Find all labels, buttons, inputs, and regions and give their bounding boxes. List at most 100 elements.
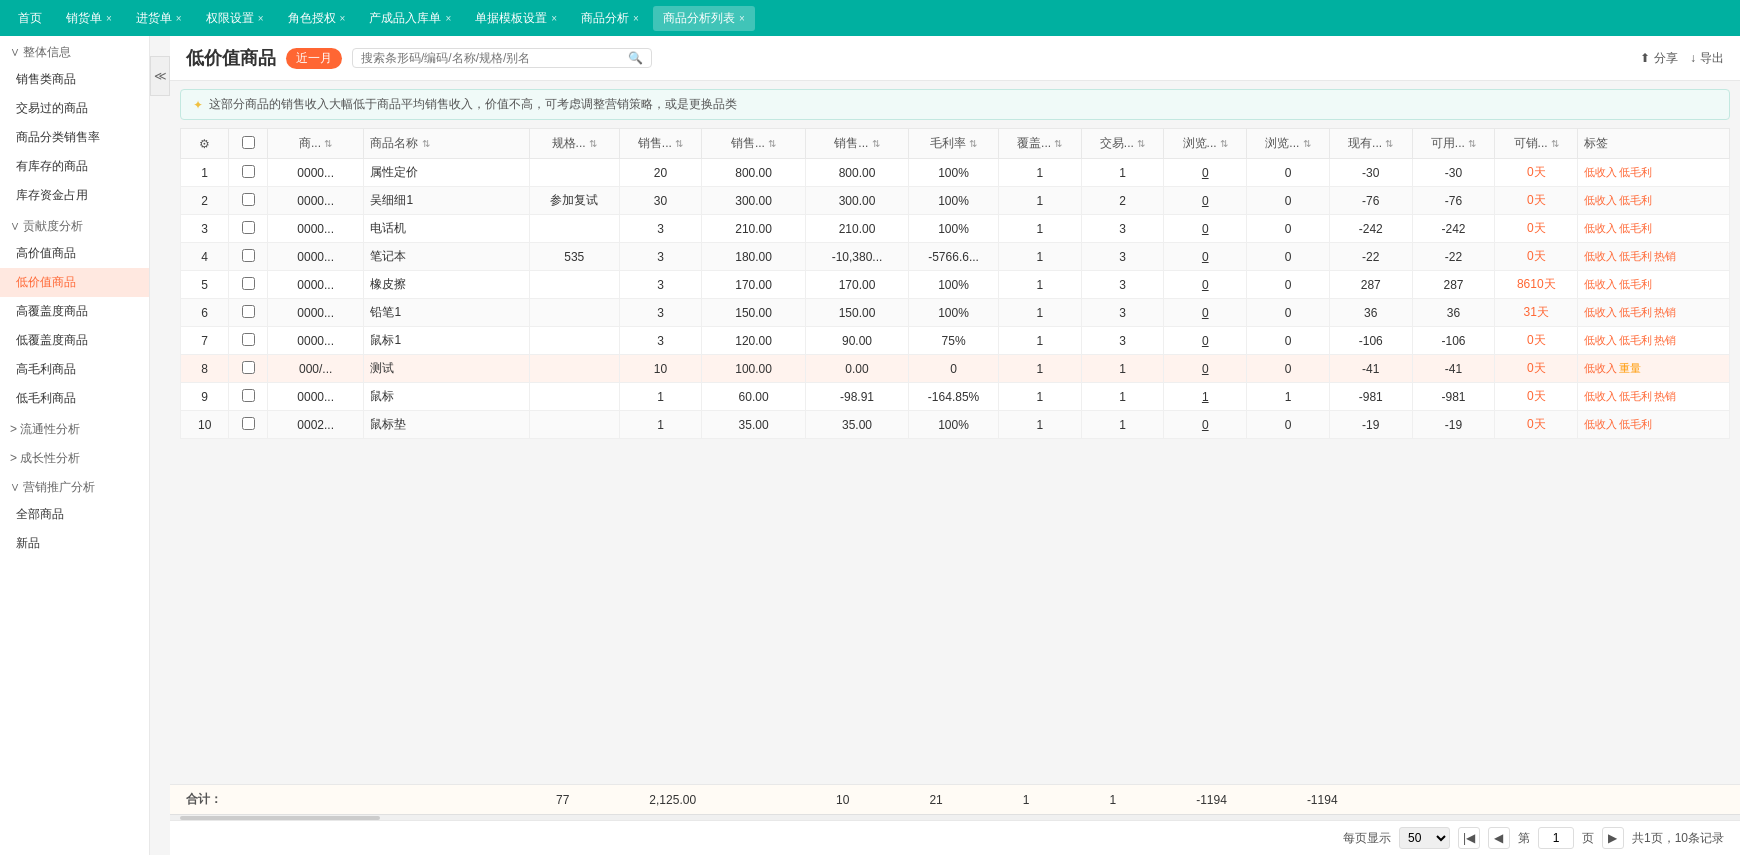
nav-permission[interactable]: 权限设置 × [196, 6, 274, 31]
sidebar-item-capital[interactable]: 库存资金占用 [0, 181, 149, 210]
browse-link[interactable]: 0 [1202, 222, 1209, 236]
export-button[interactable]: ↓ 导出 [1690, 50, 1724, 67]
sidebar-item-category-rate[interactable]: 商品分类销售率 [0, 123, 149, 152]
settings-icon[interactable]: ⚙ [199, 137, 210, 151]
browse-count1[interactable]: 1 [1164, 383, 1247, 411]
row-checkbox-cell[interactable] [229, 215, 268, 243]
select-all-checkbox[interactable] [242, 136, 255, 149]
browse-count1[interactable]: 0 [1164, 187, 1247, 215]
page-size-select[interactable]: 50 100 200 [1399, 827, 1450, 849]
browse-link[interactable]: 0 [1202, 362, 1209, 376]
row-checkbox-cell[interactable] [229, 243, 268, 271]
period-button[interactable]: 近一月 [286, 48, 342, 69]
browse-link[interactable]: 0 [1202, 166, 1209, 180]
browse-count1[interactable]: 0 [1164, 299, 1247, 327]
row-checkbox-cell[interactable] [229, 187, 268, 215]
browse-count1[interactable]: 0 [1164, 355, 1247, 383]
browse-count1[interactable]: 0 [1164, 411, 1247, 439]
row-checkbox-cell[interactable] [229, 383, 268, 411]
sidebar-item-all-products[interactable]: 全部商品 [0, 500, 149, 529]
browse-count1[interactable]: 0 [1164, 243, 1247, 271]
col-header-checkbox[interactable] [229, 129, 268, 159]
browse-link[interactable]: 0 [1202, 194, 1209, 208]
nav-product-analysis[interactable]: 商品分析 × [571, 6, 649, 31]
row-checkbox-cell[interactable] [229, 271, 268, 299]
content-area: 低价值商品 近一月 🔍 ⬆ 分享 ↓ 导出 ✦ 这部分商品的销售收入大幅低于商品… [170, 36, 1740, 855]
nav-role-auth[interactable]: 角色授权 × [278, 6, 356, 31]
browse-count1[interactable]: 0 [1164, 327, 1247, 355]
row-checkbox[interactable] [242, 333, 255, 346]
close-icon[interactable]: × [551, 13, 557, 24]
page-label-after: 页 [1582, 830, 1594, 847]
close-icon[interactable]: × [340, 13, 346, 24]
close-icon[interactable]: × [176, 13, 182, 24]
row-checkbox-cell[interactable] [229, 327, 268, 355]
close-icon[interactable]: × [739, 13, 745, 24]
browse-count1[interactable]: 0 [1164, 159, 1247, 187]
sidebar-item-sales-category[interactable]: 销售类商品 [0, 65, 149, 94]
browse-count1[interactable]: 0 [1164, 271, 1247, 299]
sidebar-item-low-margin[interactable]: 低毛利商品 [0, 384, 149, 413]
first-page-button[interactable]: |◀ [1458, 827, 1480, 849]
search-icon[interactable]: 🔍 [628, 51, 643, 65]
search-box[interactable]: 🔍 [352, 48, 652, 68]
browse-link[interactable]: 0 [1202, 250, 1209, 264]
search-input[interactable] [361, 51, 624, 65]
sales-amount: 120.00 [702, 327, 805, 355]
row-checkbox[interactable] [242, 417, 255, 430]
horizontal-scrollbar[interactable] [180, 816, 380, 820]
next-page-button[interactable]: ▶ [1602, 827, 1624, 849]
nav-template-setting[interactable]: 单据模板设置 × [465, 6, 567, 31]
product-code: 0000... [267, 243, 364, 271]
row-checkbox[interactable] [242, 305, 255, 318]
sidebar-group-title-growth[interactable]: > 成长性分析 [0, 442, 149, 471]
sidebar-item-stock[interactable]: 有库存的商品 [0, 152, 149, 181]
tag-badge: 低收入 [1584, 362, 1617, 374]
nav-home[interactable]: 首页 [8, 6, 52, 31]
sidebar-item-low-coverage[interactable]: 低覆盖度商品 [0, 326, 149, 355]
row-checkbox[interactable] [242, 249, 255, 262]
row-checkbox[interactable] [242, 361, 255, 374]
browse-count2: 0 [1247, 159, 1330, 187]
close-icon[interactable]: × [633, 13, 639, 24]
sidebar-group-title-circulation[interactable]: > 流通性分析 [0, 413, 149, 442]
row-checkbox-cell[interactable] [229, 159, 268, 187]
row-checkbox[interactable] [242, 389, 255, 402]
row-checkbox-cell[interactable] [229, 299, 268, 327]
sidebar-item-low-value[interactable]: 低价值商品 [0, 268, 149, 297]
row-checkbox[interactable] [242, 221, 255, 234]
sidebar-item-high-margin[interactable]: 高毛利商品 [0, 355, 149, 384]
sidebar-item-traded[interactable]: 交易过的商品 [0, 94, 149, 123]
nav-purchase-order[interactable]: 进货单 × [126, 6, 192, 31]
browse-link[interactable]: 1 [1202, 390, 1209, 404]
row-checkbox[interactable] [242, 277, 255, 290]
close-icon[interactable]: × [106, 13, 112, 24]
sidebar-collapse-button[interactable]: ≪ [150, 56, 170, 96]
row-checkbox[interactable] [242, 165, 255, 178]
close-icon[interactable]: × [258, 13, 264, 24]
nav-product-inbound[interactable]: 产成品入库单 × [359, 6, 461, 31]
nav-sales-order[interactable]: 销货单 × [56, 6, 122, 31]
browse-link[interactable]: 0 [1202, 418, 1209, 432]
browse-link[interactable]: 0 [1202, 334, 1209, 348]
row-checkbox-cell[interactable] [229, 411, 268, 439]
col-header-settings[interactable]: ⚙ [181, 129, 229, 159]
browse-count1[interactable]: 0 [1164, 215, 1247, 243]
page-number-input[interactable] [1538, 827, 1574, 849]
product-name: 吴细细1 [364, 187, 530, 215]
prev-page-button[interactable]: ◀ [1488, 827, 1510, 849]
col-header-code: 商... ⇅ [267, 129, 364, 159]
share-button[interactable]: ⬆ 分享 [1640, 50, 1678, 67]
close-icon[interactable]: × [445, 13, 451, 24]
trade-count: 3 [1081, 299, 1164, 327]
sidebar-item-high-value[interactable]: 高价值商品 [0, 239, 149, 268]
nav-analysis-list[interactable]: 商品分析列表 × [653, 6, 755, 31]
browse-link[interactable]: 0 [1202, 306, 1209, 320]
table-container[interactable]: ⚙ 商... ⇅ 商品名称 ⇅ 规格... ⇅ 销售... ⇅ 销售... ⇅ … [170, 128, 1740, 784]
browse-count2: 0 [1247, 411, 1330, 439]
sidebar-item-new-products[interactable]: 新品 [0, 529, 149, 558]
sidebar-item-high-coverage[interactable]: 高覆盖度商品 [0, 297, 149, 326]
row-checkbox-cell[interactable] [229, 355, 268, 383]
row-checkbox[interactable] [242, 193, 255, 206]
browse-link[interactable]: 0 [1202, 278, 1209, 292]
